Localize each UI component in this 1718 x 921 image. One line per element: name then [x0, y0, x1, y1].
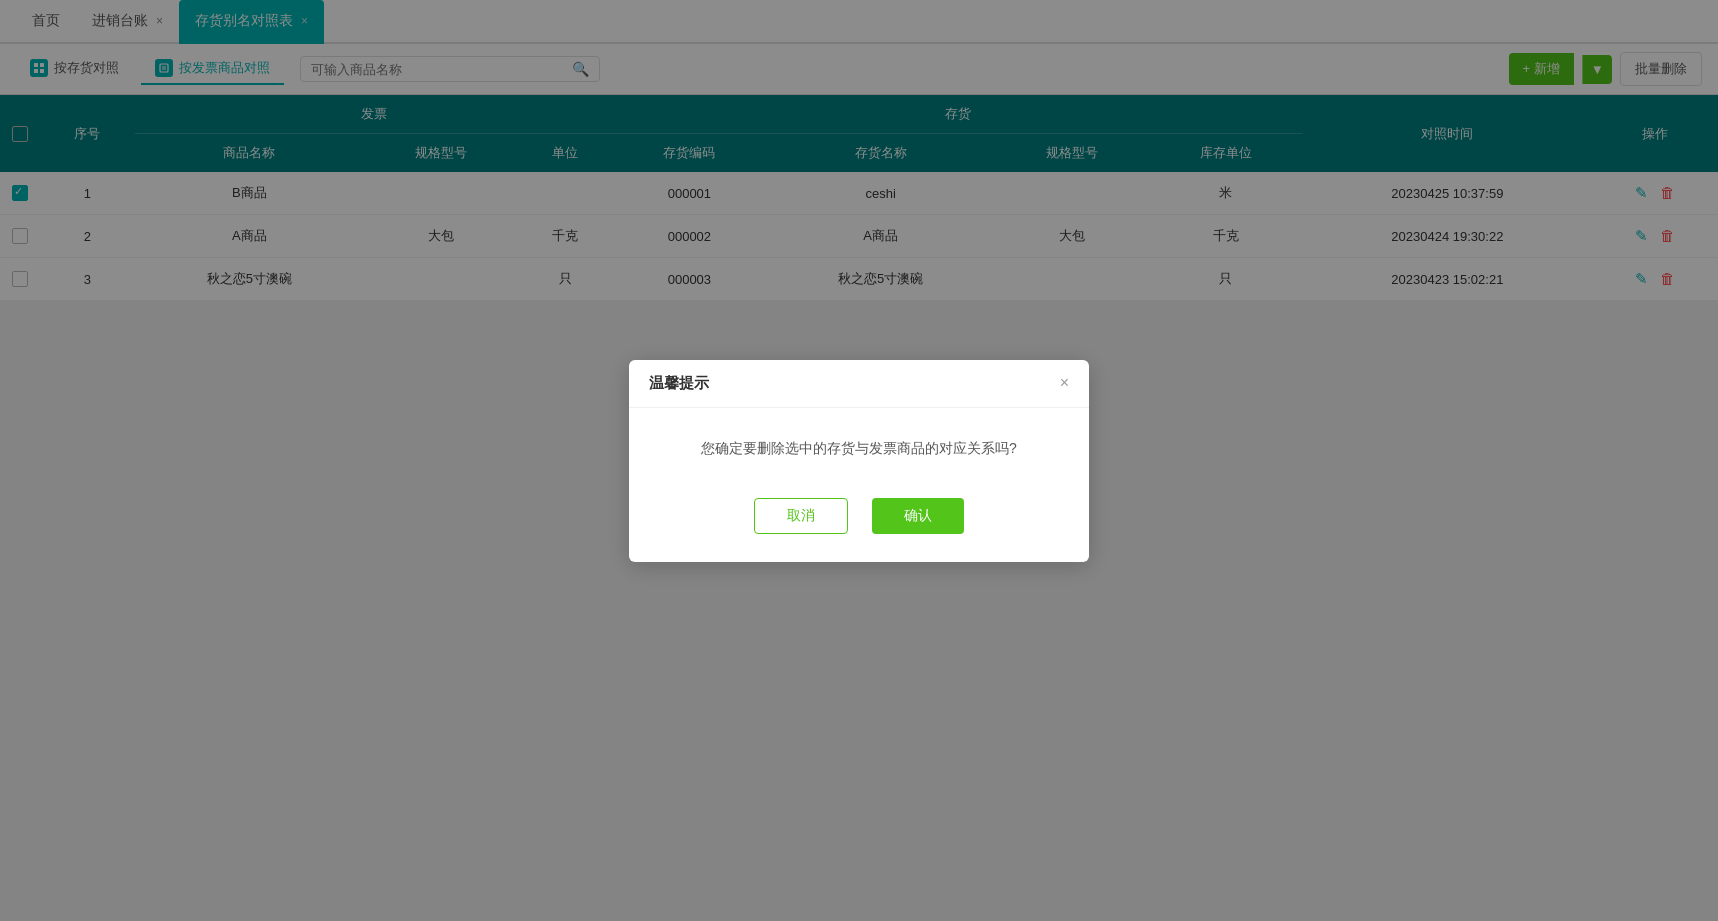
modal-overlay: 温馨提示 × 您确定要删除选中的存货与发票商品的对应关系吗? 取消 确认 [0, 0, 1718, 301]
